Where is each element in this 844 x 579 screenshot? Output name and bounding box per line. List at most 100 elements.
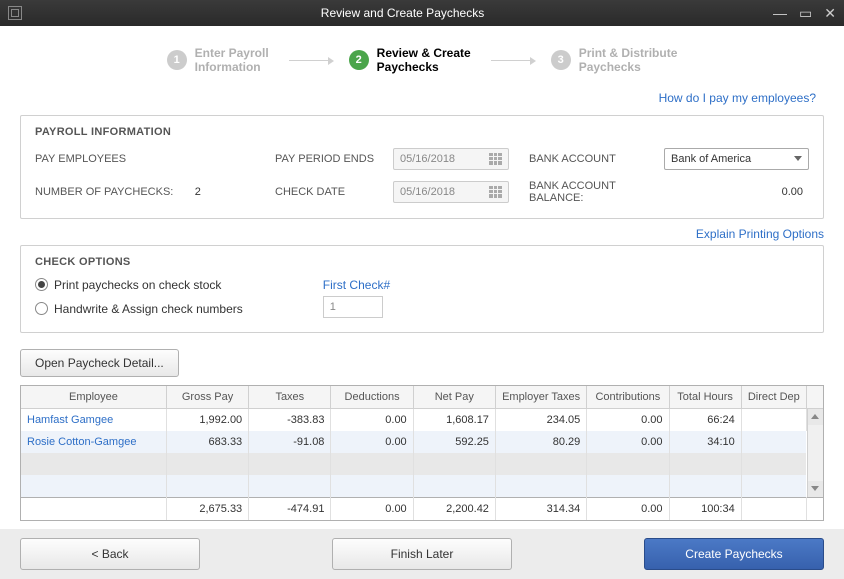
cell-net: 592.25 xyxy=(413,431,495,453)
window-icon xyxy=(8,6,22,20)
cell-net: 1,608.17 xyxy=(413,408,495,431)
col-deductions[interactable]: Deductions xyxy=(331,386,413,409)
panel-title: CHECK OPTIONS xyxy=(35,256,809,268)
wizard-step-2: 2 Review & CreatePaychecks xyxy=(349,46,471,75)
totals-row: 2,675.33 -474.91 0.00 2,200.42 314.34 0.… xyxy=(21,497,823,520)
bank-account-label: BANK ACCOUNT xyxy=(529,153,664,165)
col-taxes[interactable]: Taxes xyxy=(249,386,331,409)
cell-taxes: -383.83 xyxy=(249,408,331,431)
balance-value: 0.00 xyxy=(664,186,809,198)
step-number: 3 xyxy=(551,50,571,70)
check-date-label: CHECK DATE xyxy=(275,186,393,198)
back-button[interactable]: < Back xyxy=(20,538,200,570)
radio-label: Handwrite & Assign check numbers xyxy=(54,302,243,316)
explain-printing-link[interactable]: Explain Printing Options xyxy=(696,227,824,241)
table-row-empty xyxy=(21,475,823,497)
pay-employees-label: PAY EMPLOYEES xyxy=(35,153,275,165)
col-netpay[interactable]: Net Pay xyxy=(413,386,495,409)
help-link[interactable]: How do I pay my employees? xyxy=(659,91,816,105)
pay-period-ends-label: PAY PERIOD ENDS xyxy=(275,153,393,165)
paycheck-grid: Employee Gross Pay Taxes Deductions Net … xyxy=(20,385,824,521)
number-paychecks-value: 2 xyxy=(195,186,201,198)
total-contrib: 0.00 xyxy=(587,497,669,520)
first-check-input[interactable] xyxy=(323,296,383,318)
cell-deductions: 0.00 xyxy=(331,431,413,453)
radio-handwrite[interactable]: Handwrite & Assign check numbers xyxy=(35,302,243,316)
window-title: Review and Create Paychecks xyxy=(32,6,773,20)
scroll-down-icon[interactable] xyxy=(808,481,823,497)
panel-title: PAYROLL INFORMATION xyxy=(35,126,809,138)
number-paychecks-label: NUMBER OF PAYCHECKS: 2 xyxy=(35,186,275,198)
cell-emptaxes: 234.05 xyxy=(495,408,586,431)
date-value: 05/16/2018 xyxy=(400,186,455,198)
cell-emptaxes: 80.29 xyxy=(495,431,586,453)
col-contrib[interactable]: Contributions xyxy=(587,386,669,409)
chevron-down-icon xyxy=(794,156,802,161)
balance-label: BANK ACCOUNT BALANCE: xyxy=(529,180,664,204)
table-row[interactable]: Rosie Cotton-Gamgee 683.33 -91.08 0.00 5… xyxy=(21,431,823,453)
radio-print-stock[interactable]: Print paychecks on check stock xyxy=(35,278,243,292)
check-options-panel: CHECK OPTIONS Print paychecks on check s… xyxy=(20,245,824,333)
cell-gross: 1,992.00 xyxy=(166,408,248,431)
grid-header-row: Employee Gross Pay Taxes Deductions Net … xyxy=(21,386,823,409)
date-value: 05/16/2018 xyxy=(400,153,455,165)
employee-link[interactable]: Hamfast Gamgee xyxy=(21,408,166,431)
wizard-step-1: 1 Enter PayrollInformation xyxy=(167,46,269,75)
cell-dd xyxy=(741,431,806,453)
total-gross: 2,675.33 xyxy=(166,497,248,520)
table-row[interactable]: Hamfast Gamgee 1,992.00 -383.83 0.00 1,6… xyxy=(21,408,823,431)
check-date-field[interactable]: 05/16/2018 xyxy=(393,181,509,203)
payroll-info-panel: PAYROLL INFORMATION PAY EMPLOYEES PAY PE… xyxy=(20,115,824,219)
cell-taxes: -91.08 xyxy=(249,431,331,453)
step-label: Enter PayrollInformation xyxy=(195,46,269,75)
arrow-icon xyxy=(289,60,329,61)
calendar-icon[interactable] xyxy=(489,186,502,198)
radio-label: Print paychecks on check stock xyxy=(54,278,221,292)
pay-period-ends-field[interactable]: 05/16/2018 xyxy=(393,148,509,170)
col-directdep[interactable]: Direct Dep xyxy=(741,386,806,409)
col-hours[interactable]: Total Hours xyxy=(669,386,741,409)
total-deductions: 0.00 xyxy=(331,497,413,520)
step-label: Print & DistributePaychecks xyxy=(579,46,678,75)
select-value: Bank of America xyxy=(671,153,751,165)
cell-contrib: 0.00 xyxy=(587,408,669,431)
total-hours: 100:34 xyxy=(669,497,741,520)
step-label: Review & CreatePaychecks xyxy=(377,46,471,75)
maximize-icon[interactable]: ▭ xyxy=(799,5,812,22)
step-number: 2 xyxy=(349,50,369,70)
scroll-up-icon[interactable] xyxy=(808,409,823,425)
arrow-icon xyxy=(491,60,531,61)
cell-hours: 66:24 xyxy=(669,408,741,431)
titlebar: Review and Create Paychecks — ▭ ✕ xyxy=(0,0,844,26)
radio-icon xyxy=(35,278,48,291)
cell-contrib: 0.00 xyxy=(587,431,669,453)
total-net: 2,200.42 xyxy=(413,497,495,520)
table-row-empty xyxy=(21,453,823,475)
first-check-label: First Check# xyxy=(323,278,390,292)
col-emptaxes[interactable]: Employer Taxes xyxy=(495,386,586,409)
footer-bar: < Back Finish Later Create Paychecks xyxy=(0,529,844,579)
col-gross[interactable]: Gross Pay xyxy=(166,386,248,409)
cell-gross: 683.33 xyxy=(166,431,248,453)
col-employee[interactable]: Employee xyxy=(21,386,166,409)
minimize-icon[interactable]: — xyxy=(773,5,787,21)
create-paychecks-button[interactable]: Create Paychecks xyxy=(644,538,824,570)
radio-icon xyxy=(35,302,48,315)
scrollbar[interactable] xyxy=(807,409,823,497)
total-emptaxes: 314.34 xyxy=(495,497,586,520)
close-icon[interactable]: ✕ xyxy=(824,5,836,22)
calendar-icon[interactable] xyxy=(489,153,502,165)
employee-link[interactable]: Rosie Cotton-Gamgee xyxy=(21,431,166,453)
step-number: 1 xyxy=(167,50,187,70)
finish-later-button[interactable]: Finish Later xyxy=(332,538,512,570)
wizard-step-3: 3 Print & DistributePaychecks xyxy=(551,46,678,75)
wizard-steps: 1 Enter PayrollInformation 2 Review & Cr… xyxy=(0,26,844,85)
open-paycheck-detail-button[interactable]: Open Paycheck Detail... xyxy=(20,349,179,377)
cell-dd xyxy=(741,408,806,431)
check-options-radio-group: Print paychecks on check stock Handwrite… xyxy=(35,278,243,316)
cell-hours: 34:10 xyxy=(669,431,741,453)
bank-account-select[interactable]: Bank of America xyxy=(664,148,809,170)
cell-deductions: 0.00 xyxy=(331,408,413,431)
total-dd xyxy=(741,497,806,520)
total-taxes: -474.91 xyxy=(249,497,331,520)
